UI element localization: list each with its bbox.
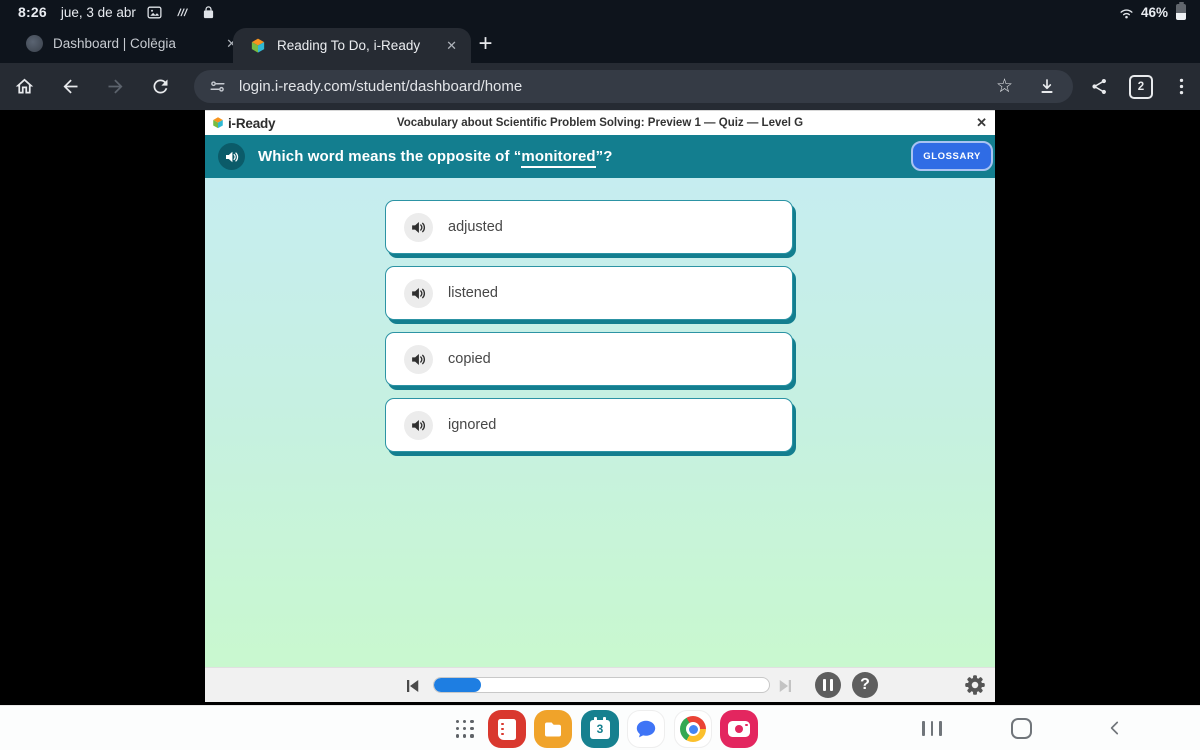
battery-percent: 46% [1140,4,1168,20]
iready-quiz-page: i-Ready Vocabulary about Scientific Prob… [205,110,995,702]
question-word: monitored [521,148,596,168]
pause-icon [822,679,834,691]
question-prefix: Which word means the opposite of “ [258,148,522,165]
forward-button[interactable] [104,75,128,99]
tab-count: 2 [1137,80,1145,93]
quiz-title: Vocabulary about Scientific Problem Solv… [396,117,804,129]
screenshot-icon [146,4,163,21]
option-audio-button[interactable] [404,344,433,374]
progress-fill [434,678,481,692]
pause-button[interactable] [815,672,841,698]
option-label: listened [448,285,498,301]
close-quiz-icon[interactable]: ✕ [976,115,987,131]
option-audio-button[interactable] [404,278,433,308]
speaker-icon [410,285,427,302]
tab-dashboard-colegia[interactable]: Dashboard | Colēgia ✕ [8,24,251,63]
skip-back-icon[interactable] [404,677,422,695]
question-suffix: ”? [595,148,613,165]
question-bar: Which word means the opposite of “monito… [205,135,995,178]
audio-controls-bar: ? [205,667,995,702]
option-label: copied [448,351,491,367]
shopping-bag-icon [200,4,217,21]
answer-option-ignored[interactable]: ignored [385,398,793,452]
quiz-header: i-Ready Vocabulary about Scientific Prob… [205,110,995,135]
option-audio-button[interactable] [404,410,433,440]
home-nav-button[interactable] [1011,718,1032,739]
camera-app-icon[interactable] [720,710,758,748]
app-drawer-icon[interactable] [456,720,474,738]
tab-switcher-button[interactable]: 2 [1129,74,1153,99]
audio-progress-bar[interactable] [433,677,770,693]
android-taskbar: 3 [0,705,1200,750]
home-button[interactable] [12,75,36,99]
option-label: ignored [448,417,497,433]
url-text[interactable]: login.i-ready.com/student/dashboard/home [239,78,996,95]
browser-toolbar: login.i-ready.com/student/dashboard/home… [0,63,1200,110]
clock: 8:26 [18,4,47,20]
site-settings-icon[interactable] [208,77,227,96]
menu-kebab-icon[interactable] [1169,75,1193,99]
speaker-icon [410,417,427,434]
messages-app-icon[interactable] [627,710,665,748]
status-date: jue, 3 de abr [60,4,136,20]
answer-option-copied[interactable]: copied [385,332,793,386]
android-status-bar: 8:26 jue, 3 de abr 46% [0,0,1200,24]
glossary-button[interactable]: GLOSSARY [911,141,993,171]
question-text: Which word means the opposite of “monito… [258,148,613,168]
colegia-favicon-icon [26,35,43,52]
new-tab-button[interactable]: + [466,24,505,63]
speaker-icon [410,219,427,236]
chrome-app-icon[interactable] [674,710,712,748]
option-audio-button[interactable] [404,212,433,242]
reload-button[interactable] [148,75,172,99]
speaker-icon [410,351,427,368]
skip-forward-icon[interactable] [776,677,794,695]
iready-favicon-icon [249,37,267,55]
question-audio-button[interactable] [218,143,245,170]
back-button[interactable] [58,75,82,99]
battery-icon [1176,2,1186,20]
download-icon[interactable] [1037,77,1057,97]
tablet-screen: 8:26 jue, 3 de abr 46% Dashboard | Colēg… [0,0,1200,750]
answer-area: adjusted listened copied ignored [205,178,995,667]
help-button[interactable]: ? [852,672,878,698]
browser-tab-strip: Dashboard | Colēgia ✕ Reading To Do, i-R… [0,24,1200,63]
notes-app-icon[interactable] [488,710,526,748]
back-nav-button[interactable] [1106,719,1124,737]
option-label: adjusted [448,219,503,235]
share-icon[interactable] [1087,75,1111,99]
speaker-icon [224,149,240,165]
files-app-icon[interactable] [534,710,572,748]
settings-gear-icon[interactable] [962,672,988,698]
stylus-slashes-icon [173,4,190,21]
answer-option-listened[interactable]: listened [385,266,793,320]
url-bar[interactable]: login.i-ready.com/student/dashboard/home… [194,70,1073,103]
wifi-icon [1118,4,1135,21]
tab-reading-iready[interactable]: Reading To Do, i-Ready ✕ [233,28,471,63]
answer-option-adjusted[interactable]: adjusted [385,200,793,254]
bookmark-star-icon[interactable]: ☆ [996,77,1013,96]
calendar-day: 3 [596,722,604,736]
question-mark-icon: ? [860,676,870,693]
calendar-app-icon[interactable]: 3 [581,710,619,748]
tab-title: Reading To Do, i-Ready [277,38,421,53]
recents-button[interactable] [922,721,942,736]
tab-title: Dashboard | Colēgia [53,36,176,51]
